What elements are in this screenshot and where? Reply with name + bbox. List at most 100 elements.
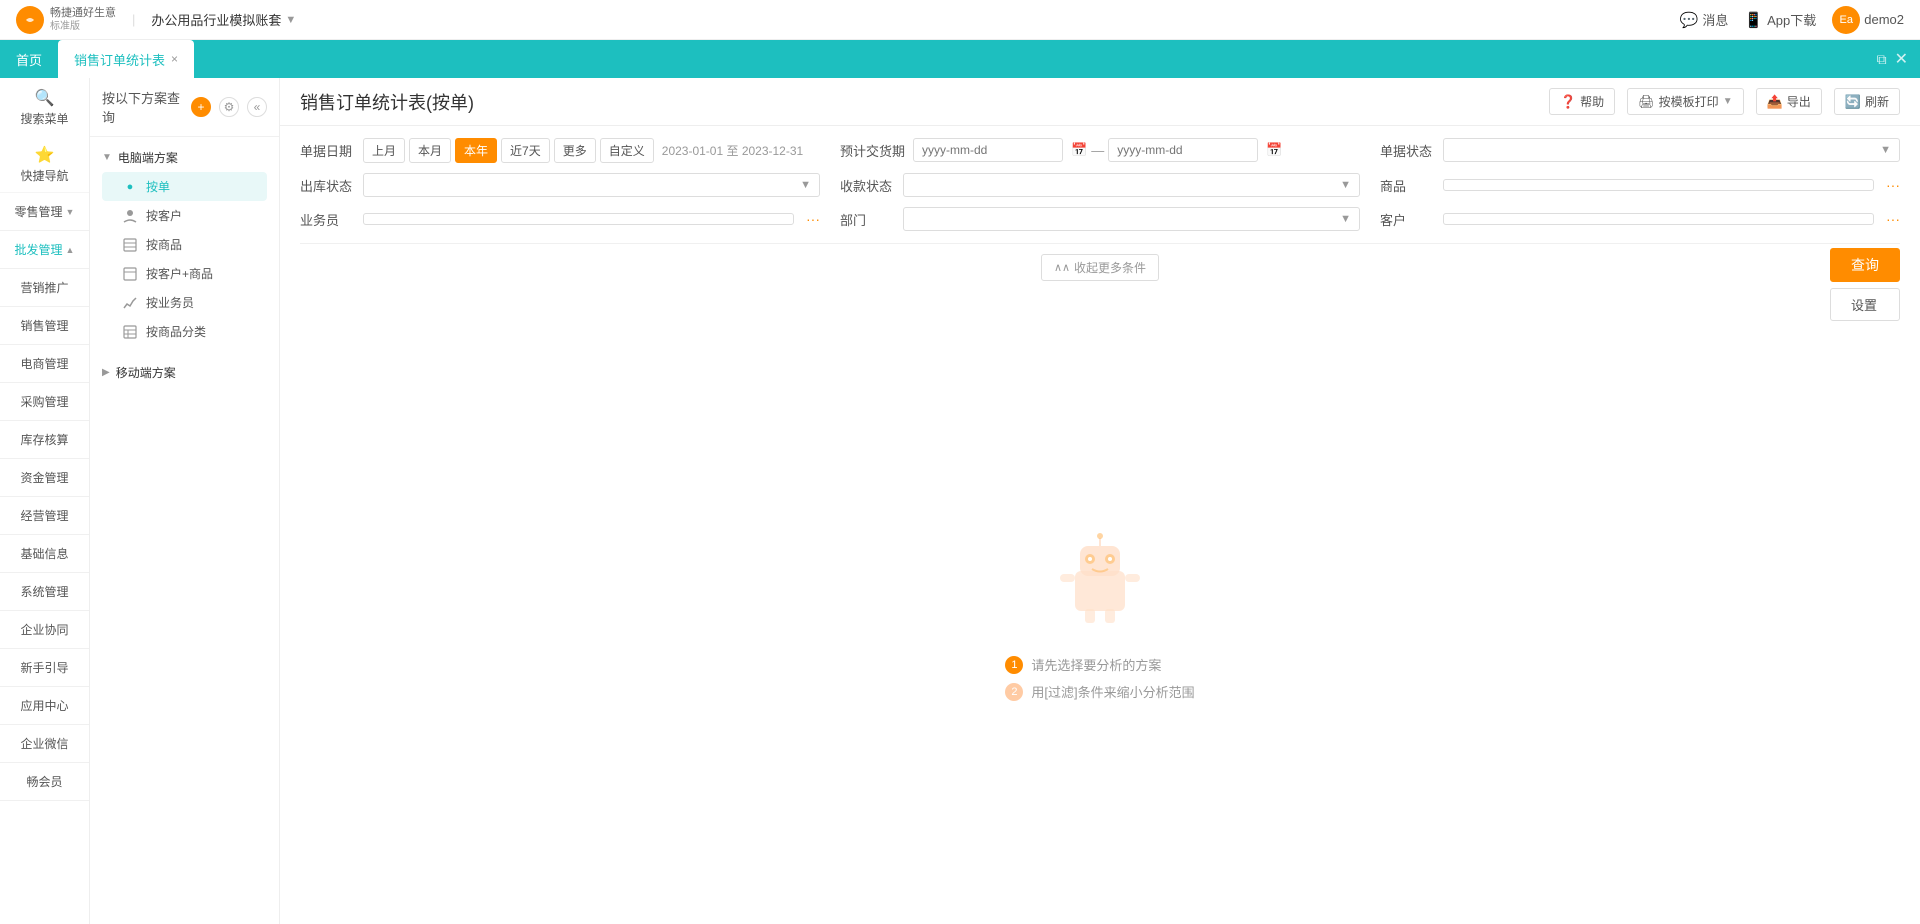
robot-icon	[1040, 516, 1160, 636]
sidebar-item-enterprise[interactable]: 企业协同	[0, 611, 89, 649]
query-btn[interactable]: 查询	[1830, 248, 1900, 282]
product-label: 商品	[1380, 176, 1435, 195]
collection-chevron: ▼	[1340, 179, 1351, 191]
scheme-by-category[interactable]: 按商品分类	[102, 317, 267, 346]
header-title[interactable]: 办公用品行业模拟账套 ▼	[151, 10, 296, 29]
refresh-btn[interactable]: 🔄 刷新	[1834, 88, 1900, 115]
date-dash: —	[1091, 143, 1104, 158]
status-dropdown[interactable]: ▼	[1443, 138, 1900, 162]
custom-date-btn[interactable]: 自定义	[600, 138, 654, 163]
logo-text: 畅捷通好生意 标准版	[50, 6, 116, 33]
collection-status-dropdown[interactable]: ▼	[903, 173, 1360, 197]
last-7days-btn[interactable]: 近7天	[501, 138, 550, 163]
collapse-icon: ∧∧	[1054, 261, 1070, 274]
scheme-by-product[interactable]: 按商品	[102, 230, 267, 259]
top-header: 畅捷通好生意 标准版 | 办公用品行业模拟账套 ▼ 💬 消息 📱 App下载 E…	[0, 0, 1920, 40]
sidebar-item-quick-nav[interactable]: ⭐ 快捷导航	[0, 137, 89, 193]
delivery-date-from[interactable]	[913, 138, 1063, 162]
sidebar-item-app-center[interactable]: 应用中心	[0, 687, 89, 725]
sidebar-item-inventory[interactable]: 库存核算	[0, 421, 89, 459]
content-area: 按以下方案查询 + ⚙ « ▼ 电脑端方案 ● 按单	[90, 78, 1920, 924]
date-range-display: 2023-01-01 至 2023-12-31	[662, 142, 803, 159]
logo-icon	[16, 6, 44, 34]
sidebar-item-member[interactable]: 畅会员	[0, 763, 89, 801]
tab-home[interactable]: 首页	[0, 40, 58, 78]
scheme-by-customer[interactable]: 按客户	[102, 201, 267, 230]
product-field[interactable]	[1443, 179, 1874, 191]
tab-sales-order-stats[interactable]: 销售订单统计表 ×	[58, 40, 194, 78]
empty-state-line-2: 2 用[过滤]条件来缩小分析范围	[1005, 682, 1194, 701]
collapse-more-conditions-btn[interactable]: ∧∧ 收起更多条件	[1041, 254, 1159, 281]
product-more-btn[interactable]: ···	[1886, 177, 1900, 193]
print-dropdown-icon[interactable]: ▼	[1723, 96, 1733, 107]
by-product-icon	[122, 237, 138, 253]
avatar: Ea	[1832, 6, 1860, 34]
tab-restore-icon[interactable]: ⧉	[1877, 51, 1887, 68]
tab-close-icon[interactable]: ×	[171, 52, 178, 66]
last-month-btn[interactable]: 上月	[363, 138, 405, 163]
sidebar-item-wholesale-mgmt[interactable]: 批发管理	[0, 231, 89, 269]
scheme-by-customer-product[interactable]: 按客户+商品	[102, 259, 267, 288]
delivery-status-dropdown[interactable]: ▼	[363, 173, 820, 197]
department-dropdown[interactable]: ▼	[903, 207, 1360, 231]
salesperson-more-btn[interactable]: ···	[806, 211, 820, 227]
header-right: 💬 消息 📱 App下载 Ea demo2	[1680, 6, 1904, 34]
sidebar-item-ecommerce[interactable]: 电商管理	[0, 345, 89, 383]
message-icon: 💬	[1680, 11, 1699, 29]
empty-state: 1 请先选择要分析的方案 2 用[过滤]条件来缩小分析范围	[280, 293, 1920, 924]
tab-close-window-icon[interactable]: ✕	[1895, 49, 1908, 69]
this-year-btn[interactable]: 本年	[455, 138, 497, 163]
this-month-btn[interactable]: 本月	[409, 138, 451, 163]
customer-more-btn[interactable]: ···	[1886, 211, 1900, 227]
scheme-by-salesperson[interactable]: 按业务员	[102, 288, 267, 317]
salesperson-field[interactable]	[363, 213, 794, 225]
calendar-icon-2[interactable]: 📅	[1266, 142, 1282, 158]
sidebar-item-marketing[interactable]: 营销推广	[0, 269, 89, 307]
sidebar-item-operations[interactable]: 经营管理	[0, 497, 89, 535]
step-1-badge: 1	[1005, 656, 1023, 674]
main-layout: 🔍 搜索菜单 ⭐ 快捷导航 零售管理 批发管理 营销推广 销售管理 电商管理 采…	[0, 78, 1920, 924]
help-icon: ❓	[1560, 94, 1576, 110]
sidebar-item-sales-mgmt[interactable]: 销售管理	[0, 307, 89, 345]
scheme-by-order[interactable]: ● 按单	[102, 172, 267, 201]
logo-svg	[21, 11, 39, 29]
user-avatar-area[interactable]: Ea demo2	[1832, 6, 1904, 34]
date-label: 单据日期	[300, 141, 355, 160]
more-date-btn[interactable]: 更多	[554, 138, 596, 163]
print-btn[interactable]: 🖨 按模板打印 ▼	[1627, 88, 1743, 115]
export-btn[interactable]: 📤 导出	[1756, 88, 1822, 115]
message-btn[interactable]: 💬 消息	[1680, 10, 1729, 29]
pc-section-arrow: ▼	[102, 152, 112, 163]
sidebar-item-basic-info[interactable]: 基础信息	[0, 535, 89, 573]
customer-label: 客户	[1380, 210, 1435, 229]
collapse-panel-btn[interactable]: «	[247, 97, 267, 117]
tab-bar: 首页 销售订单统计表 × ⧉ ✕	[0, 40, 1920, 78]
scheme-settings-btn[interactable]: ⚙	[219, 97, 239, 117]
by-salesperson-icon	[122, 295, 138, 311]
sidebar-item-purchase[interactable]: 采购管理	[0, 383, 89, 421]
delivery-status-label: 出库状态	[300, 176, 355, 195]
sidebar-item-search-menu[interactable]: 🔍 搜索菜单	[0, 78, 89, 137]
sidebar-item-retail-mgmt[interactable]: 零售管理	[0, 193, 89, 231]
add-scheme-btn[interactable]: +	[191, 97, 211, 117]
left-panel-header: 按以下方案查询 + ⚙ «	[90, 78, 279, 137]
page-header: 销售订单统计表(按单) ❓ 帮助 🖨 按模板打印 ▼ 📤 导出	[280, 78, 1920, 126]
sidebar-item-finance[interactable]: 资金管理	[0, 459, 89, 497]
filter-section: 单据日期 上月 本月 本年 近7天 更多 自定义 2023-01-01 至 20…	[280, 126, 1920, 293]
calendar-icon-1[interactable]: 📅	[1071, 142, 1087, 158]
empty-state-text: 1 请先选择要分析的方案 2 用[过滤]条件来缩小分析范围	[1005, 655, 1194, 701]
pc-schemes-toggle[interactable]: ▼ 电脑端方案	[102, 143, 267, 172]
sidebar-item-wechat[interactable]: 企业微信	[0, 725, 89, 763]
mobile-section-arrow: ▶	[102, 367, 110, 378]
settings-btn[interactable]: 设置	[1830, 288, 1900, 321]
sidebar-item-system[interactable]: 系统管理	[0, 573, 89, 611]
sidebar-item-new-guide[interactable]: 新手引导	[0, 649, 89, 687]
help-btn[interactable]: ❓ 帮助	[1549, 88, 1615, 115]
app-download-btn[interactable]: 📱 App下载	[1744, 10, 1816, 29]
delivery-date-to[interactable]	[1108, 138, 1258, 162]
by-customer-icon	[122, 208, 138, 224]
page-header-actions: ❓ 帮助 🖨 按模板打印 ▼ 📤 导出 🔄 刷新	[1549, 88, 1900, 115]
mobile-schemes-toggle[interactable]: ▶ 移动端方案	[102, 358, 267, 387]
customer-field[interactable]	[1443, 213, 1874, 225]
header-dropdown-icon[interactable]: ▼	[285, 14, 296, 26]
